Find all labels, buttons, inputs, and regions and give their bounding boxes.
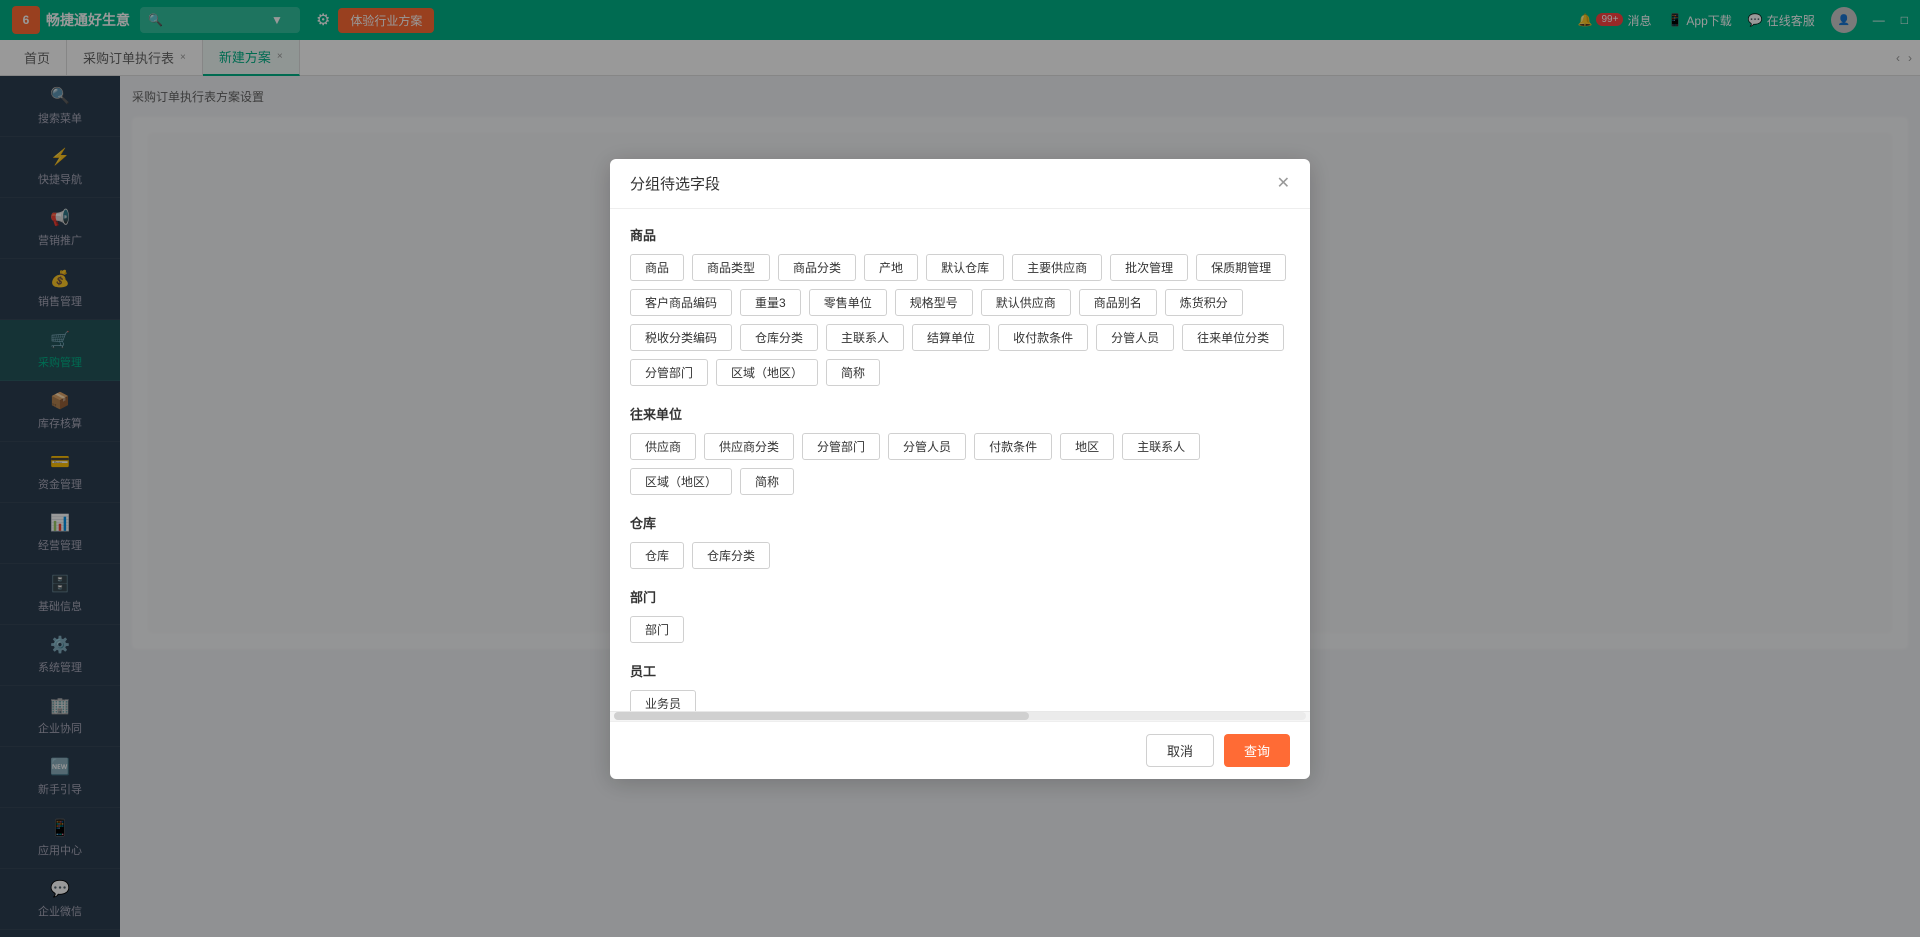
- field-tag-goods-18[interactable]: 结算单位: [912, 324, 990, 351]
- field-tag-goods-4[interactable]: 默认仓库: [926, 254, 1004, 281]
- field-section-department: 部门部门: [630, 587, 1290, 643]
- field-tags-goods: 商品商品类型商品分类产地默认仓库主要供应商批次管理保质期管理客户商品编码重量3 零…: [630, 254, 1290, 386]
- field-tag-partner-8[interactable]: 简称: [740, 468, 794, 495]
- modal-close-btn[interactable]: ✕: [1277, 173, 1290, 193]
- field-tag-goods-16[interactable]: 仓库分类: [740, 324, 818, 351]
- field-tag-goods-24[interactable]: 简称: [826, 359, 880, 386]
- field-tag-warehouse-0[interactable]: 仓库: [630, 542, 684, 569]
- field-selector-modal: 分组待选字段 ✕ 商品商品商品类型商品分类产地默认仓库主要供应商批次管理保质期管…: [610, 159, 1310, 779]
- modal-title: 分组待选字段: [630, 173, 720, 194]
- field-tag-goods-12[interactable]: 默认供应商: [981, 289, 1071, 316]
- modal-body: 商品商品商品类型商品分类产地默认仓库主要供应商批次管理保质期管理客户商品编码重量…: [610, 209, 1310, 711]
- field-tag-goods-5[interactable]: 主要供应商: [1012, 254, 1102, 281]
- field-tag-goods-10[interactable]: 零售单位: [809, 289, 887, 316]
- field-tag-goods-19[interactable]: 收付款条件: [998, 324, 1088, 351]
- field-tags-warehouse: 仓库仓库分类: [630, 542, 1290, 569]
- field-tag-goods-13[interactable]: 商品别名: [1079, 289, 1157, 316]
- field-tag-goods-3[interactable]: 产地: [864, 254, 918, 281]
- horizontal-scrollbar[interactable]: [610, 711, 1310, 721]
- field-tag-partner-3[interactable]: 分管人员: [888, 433, 966, 460]
- field-tags-partner: 供应商供应商分类分管部门分管人员付款条件地区主联系人区域（地区） 简称: [630, 433, 1290, 495]
- field-section-title-goods: 商品: [630, 225, 1290, 244]
- field-tag-partner-1[interactable]: 供应商分类: [704, 433, 794, 460]
- field-tag-warehouse-1[interactable]: 仓库分类: [692, 542, 770, 569]
- field-tag-goods-11[interactable]: 规格型号: [895, 289, 973, 316]
- field-tag-goods-15[interactable]: 税收分类编码: [630, 324, 732, 351]
- field-section-title-employee: 员工: [630, 661, 1290, 680]
- confirm-button[interactable]: 查询: [1224, 734, 1290, 767]
- field-tag-partner-6[interactable]: 主联系人: [1122, 433, 1200, 460]
- field-tag-employee-0[interactable]: 业务员: [630, 690, 696, 711]
- field-tag-goods-23[interactable]: 区域（地区）: [716, 359, 818, 386]
- modal-overlay: 分组待选字段 ✕ 商品商品商品类型商品分类产地默认仓库主要供应商批次管理保质期管…: [0, 0, 1920, 937]
- field-section-partner: 往来单位供应商供应商分类分管部门分管人员付款条件地区主联系人区域（地区） 简称: [630, 404, 1290, 495]
- cancel-button[interactable]: 取消: [1146, 734, 1214, 767]
- field-tag-partner-4[interactable]: 付款条件: [974, 433, 1052, 460]
- field-tag-partner-2[interactable]: 分管部门: [802, 433, 880, 460]
- field-tag-partner-7[interactable]: 区域（地区）: [630, 468, 732, 495]
- field-tag-goods-20[interactable]: 分管人员: [1096, 324, 1174, 351]
- field-tag-goods-17[interactable]: 主联系人: [826, 324, 904, 351]
- field-tag-department-0[interactable]: 部门: [630, 616, 684, 643]
- field-tag-partner-0[interactable]: 供应商: [630, 433, 696, 460]
- field-tag-goods-2[interactable]: 商品分类: [778, 254, 856, 281]
- field-tag-goods-9[interactable]: 重量3: [740, 289, 801, 316]
- field-tag-goods-8[interactable]: 客户商品编码: [630, 289, 732, 316]
- modal-footer: 取消 查询: [610, 721, 1310, 779]
- field-tag-goods-1[interactable]: 商品类型: [692, 254, 770, 281]
- field-section-title-partner: 往来单位: [630, 404, 1290, 423]
- field-tag-goods-0[interactable]: 商品: [630, 254, 684, 281]
- field-tag-goods-6[interactable]: 批次管理: [1110, 254, 1188, 281]
- field-section-title-department: 部门: [630, 587, 1290, 606]
- field-tag-partner-5[interactable]: 地区: [1060, 433, 1114, 460]
- field-section-goods: 商品商品商品类型商品分类产地默认仓库主要供应商批次管理保质期管理客户商品编码重量…: [630, 225, 1290, 386]
- field-tag-goods-22[interactable]: 分管部门: [630, 359, 708, 386]
- field-tag-goods-21[interactable]: 往来单位分类: [1182, 324, 1284, 351]
- field-tag-goods-14[interactable]: 炼货积分: [1165, 289, 1243, 316]
- field-section-title-warehouse: 仓库: [630, 513, 1290, 532]
- field-section-warehouse: 仓库仓库仓库分类: [630, 513, 1290, 569]
- field-tag-goods-7[interactable]: 保质期管理: [1196, 254, 1286, 281]
- field-tags-employee: 业务员: [630, 690, 1290, 711]
- field-tags-department: 部门: [630, 616, 1290, 643]
- modal-header: 分组待选字段 ✕: [610, 159, 1310, 209]
- field-section-employee: 员工业务员: [630, 661, 1290, 711]
